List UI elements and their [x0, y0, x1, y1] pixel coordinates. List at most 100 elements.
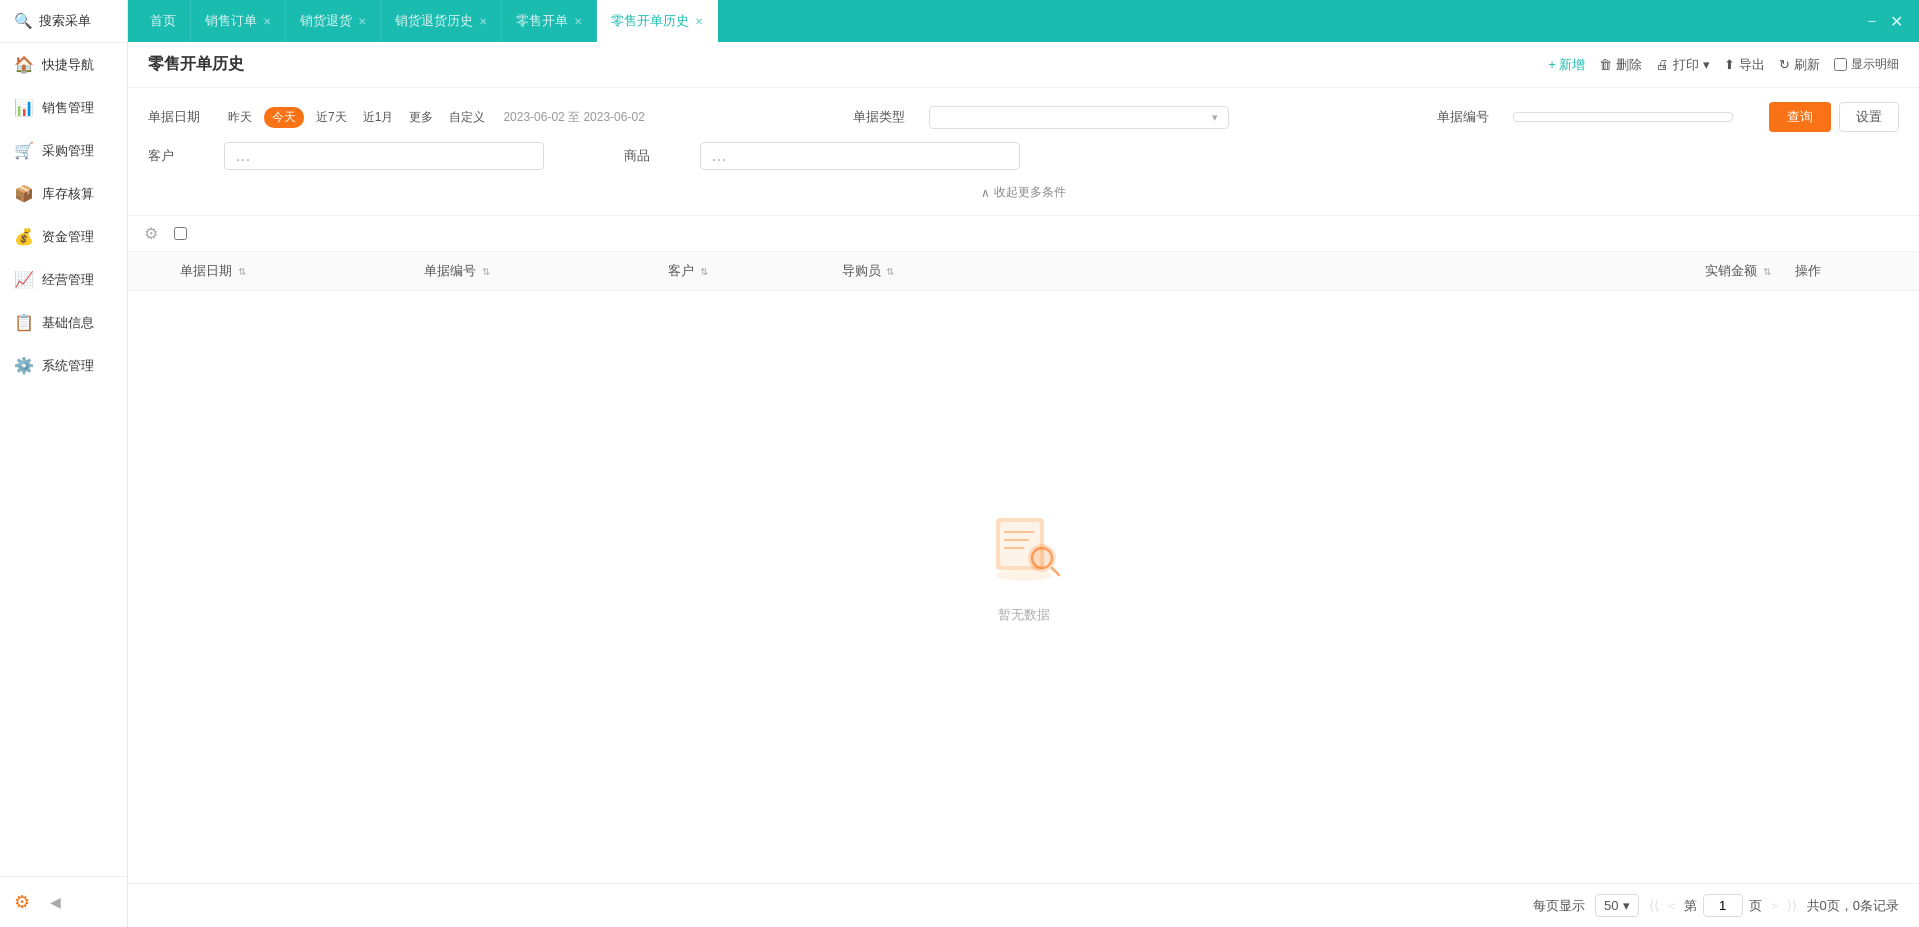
svg-line-8 [1052, 568, 1059, 575]
operations-icon: 📈 [14, 270, 34, 289]
sidebar-search[interactable]: 🔍 搜索采单 [0, 0, 127, 43]
tab-sales-return-label: 销货退货 [300, 12, 352, 30]
sidebar-search-label: 搜索采单 [39, 12, 91, 30]
th-date[interactable]: 单据日期 ⇅ [168, 252, 412, 291]
page-first-btn[interactable]: ⟨⟨ [1649, 898, 1659, 913]
tab-sales-order-label: 销售订单 [205, 12, 257, 30]
print-button-label: 打印 ▾ [1673, 56, 1710, 74]
delete-button[interactable]: 🗑 删除 [1599, 56, 1642, 74]
filter-row-customer: 客户 … 商品 … [148, 142, 1899, 170]
tab-retail-history-label: 零售开单历史 [611, 12, 689, 30]
tab-minimize-icon[interactable]: － [1864, 11, 1880, 32]
tab-sales-return-history-close[interactable]: ✕ [479, 16, 487, 27]
query-button[interactable]: 查询 [1769, 102, 1831, 132]
sidebar-item-operations[interactable]: 📈 经营管理 [0, 258, 127, 301]
total-info: 共0页，0条记录 [1807, 897, 1899, 915]
settings-icon[interactable]: ⚙ [14, 891, 30, 913]
tab-sales-return[interactable]: 销货退货 ✕ [286, 0, 381, 42]
delete-button-label: 删除 [1616, 56, 1642, 74]
customer-filter-dots[interactable]: … [235, 147, 251, 165]
sidebar-item-basic-info[interactable]: 📋 基础信息 [0, 301, 127, 344]
page-content: 零售开单历史 + 新增 🗑 删除 🖨 打印 ▾ ⬆ 导出 [128, 42, 1919, 927]
setting-button[interactable]: 设置 [1839, 102, 1899, 132]
page-label-prefix: 第 [1684, 897, 1697, 915]
display-detail-input[interactable] [1834, 58, 1847, 71]
refresh-button[interactable]: ↻ 刷新 [1779, 56, 1820, 74]
customer-filter-label: 客户 [148, 147, 204, 165]
search-icon: 🔍 [14, 12, 33, 30]
collapse-button[interactable]: ∧ 收起更多条件 [981, 184, 1066, 201]
cart-icon: 🛒 [14, 141, 34, 160]
tab-close-icon[interactable]: ✕ [1890, 12, 1903, 31]
tab-sales-return-close[interactable]: ✕ [358, 16, 366, 27]
tab-sales-order[interactable]: 销售订单 ✕ [191, 0, 286, 42]
tab-retail-open[interactable]: 零售开单 ✕ [502, 0, 597, 42]
customer-filter-input[interactable]: … [224, 142, 544, 170]
page-next-btn[interactable]: ＞ [1768, 897, 1781, 915]
refresh-button-label: 刷新 [1794, 56, 1820, 74]
sort-salesperson-icon: ⇅ [886, 266, 894, 277]
page-label-suffix: 页 [1749, 897, 1762, 915]
goods-filter-label: 商品 [624, 147, 680, 165]
export-button[interactable]: ⬆ 导出 [1724, 56, 1765, 74]
goods-filter-dots[interactable]: … [711, 147, 727, 165]
date-last1month-btn[interactable]: 近1月 [359, 107, 398, 128]
add-button[interactable]: + 新增 [1548, 56, 1585, 74]
type-filter-label: 单据类型 [853, 108, 909, 126]
page-input[interactable] [1703, 894, 1743, 917]
collapse-sidebar-icon[interactable]: ◀ [50, 894, 61, 910]
page-prev-btn[interactable]: ＜ [1665, 897, 1678, 915]
sidebar-item-label: 销售管理 [42, 99, 94, 117]
sidebar-item-purchase-mgmt[interactable]: 🛒 采购管理 [0, 129, 127, 172]
type-filter-select[interactable]: ▾ [929, 106, 1229, 129]
th-amount[interactable]: 实销金额 ⇅ [1539, 252, 1783, 291]
sidebar-item-finance[interactable]: 💰 资金管理 [0, 215, 127, 258]
doc-number-filter-input[interactable] [1513, 112, 1733, 122]
tab-retail-history[interactable]: 零售开单历史 ✕ [597, 0, 718, 42]
th-customer[interactable]: 客户 ⇅ [656, 252, 829, 291]
refresh-icon: ↻ [1779, 57, 1790, 72]
th-customer-label: 客户 [668, 263, 694, 278]
sidebar-item-label: 经营管理 [42, 271, 94, 289]
display-detail-checkbox[interactable]: 显示明细 [1834, 56, 1899, 73]
sidebar-item-quick-nav[interactable]: 🏠 快捷导航 [0, 43, 127, 86]
table-settings-icon[interactable]: ⚙ [144, 224, 158, 243]
print-button[interactable]: 🖨 打印 ▾ [1656, 56, 1710, 74]
date-today-btn[interactable]: 今天 [264, 107, 304, 128]
chevron-down-icon: ▾ [1212, 111, 1218, 124]
page-last-btn[interactable]: ⟩⟩ [1787, 898, 1797, 913]
collapse-label: 收起更多条件 [994, 184, 1066, 201]
empty-illustration [974, 490, 1074, 590]
sidebar-item-inventory[interactable]: 📦 库存核算 [0, 172, 127, 215]
select-all-checkbox[interactable] [174, 227, 187, 240]
tab-retail-open-close[interactable]: ✕ [574, 16, 582, 27]
filter-row-date: 单据日期 昨天 今天 近7天 近1月 更多 自定义 2023-06-02 至 2… [148, 102, 1899, 132]
filter-area: 单据日期 昨天 今天 近7天 近1月 更多 自定义 2023-06-02 至 2… [128, 88, 1919, 216]
sidebar: 🔍 搜索采单 🏠 快捷导航 📊 销售管理 🛒 采购管理 📦 库存核算 💰 资金管… [0, 0, 128, 927]
th-salesperson[interactable]: 导购员 ⇅ [830, 252, 1039, 291]
tab-bar-actions: － ✕ [1864, 11, 1911, 32]
export-icon: ⬆ [1724, 57, 1735, 72]
th-number-label: 单据编号 [424, 263, 476, 278]
main-content: 首页 销售订单 ✕ 销货退货 ✕ 销货退货历史 ✕ 零售开单 ✕ 零售开单历史 … [128, 0, 1919, 927]
tab-sales-return-history[interactable]: 销货退货历史 ✕ [381, 0, 502, 42]
date-custom-btn[interactable]: 自定义 [445, 107, 489, 128]
chart-icon: 📊 [14, 98, 34, 117]
date-more-btn[interactable]: 更多 [405, 107, 437, 128]
data-table: 单据日期 ⇅ 单据编号 ⇅ 客户 ⇅ 导购员 ⇅ [128, 252, 1919, 291]
page-header: 零售开单历史 + 新增 🗑 删除 🖨 打印 ▾ ⬆ 导出 [128, 42, 1919, 88]
tab-retail-open-label: 零售开单 [516, 12, 568, 30]
th-number[interactable]: 单据编号 ⇅ [412, 252, 656, 291]
sidebar-item-system-mgmt[interactable]: ⚙️ 系统管理 [0, 344, 127, 387]
date-yesterday-btn[interactable]: 昨天 [224, 107, 256, 128]
page-size-select[interactable]: 50 ▾ [1595, 894, 1638, 917]
tab-retail-history-close[interactable]: ✕ [695, 16, 703, 27]
date-last7-btn[interactable]: 近7天 [312, 107, 351, 128]
tab-home[interactable]: 首页 [136, 0, 191, 42]
tab-sales-order-close[interactable]: ✕ [263, 16, 271, 27]
th-checkbox [128, 252, 168, 291]
sidebar-item-sales-mgmt[interactable]: 📊 销售管理 [0, 86, 127, 129]
sidebar-footer: ⚙ ◀ [0, 876, 127, 927]
goods-filter-input[interactable]: … [700, 142, 1020, 170]
date-range-display: 2023-06-02 至 2023-06-02 [503, 109, 644, 126]
